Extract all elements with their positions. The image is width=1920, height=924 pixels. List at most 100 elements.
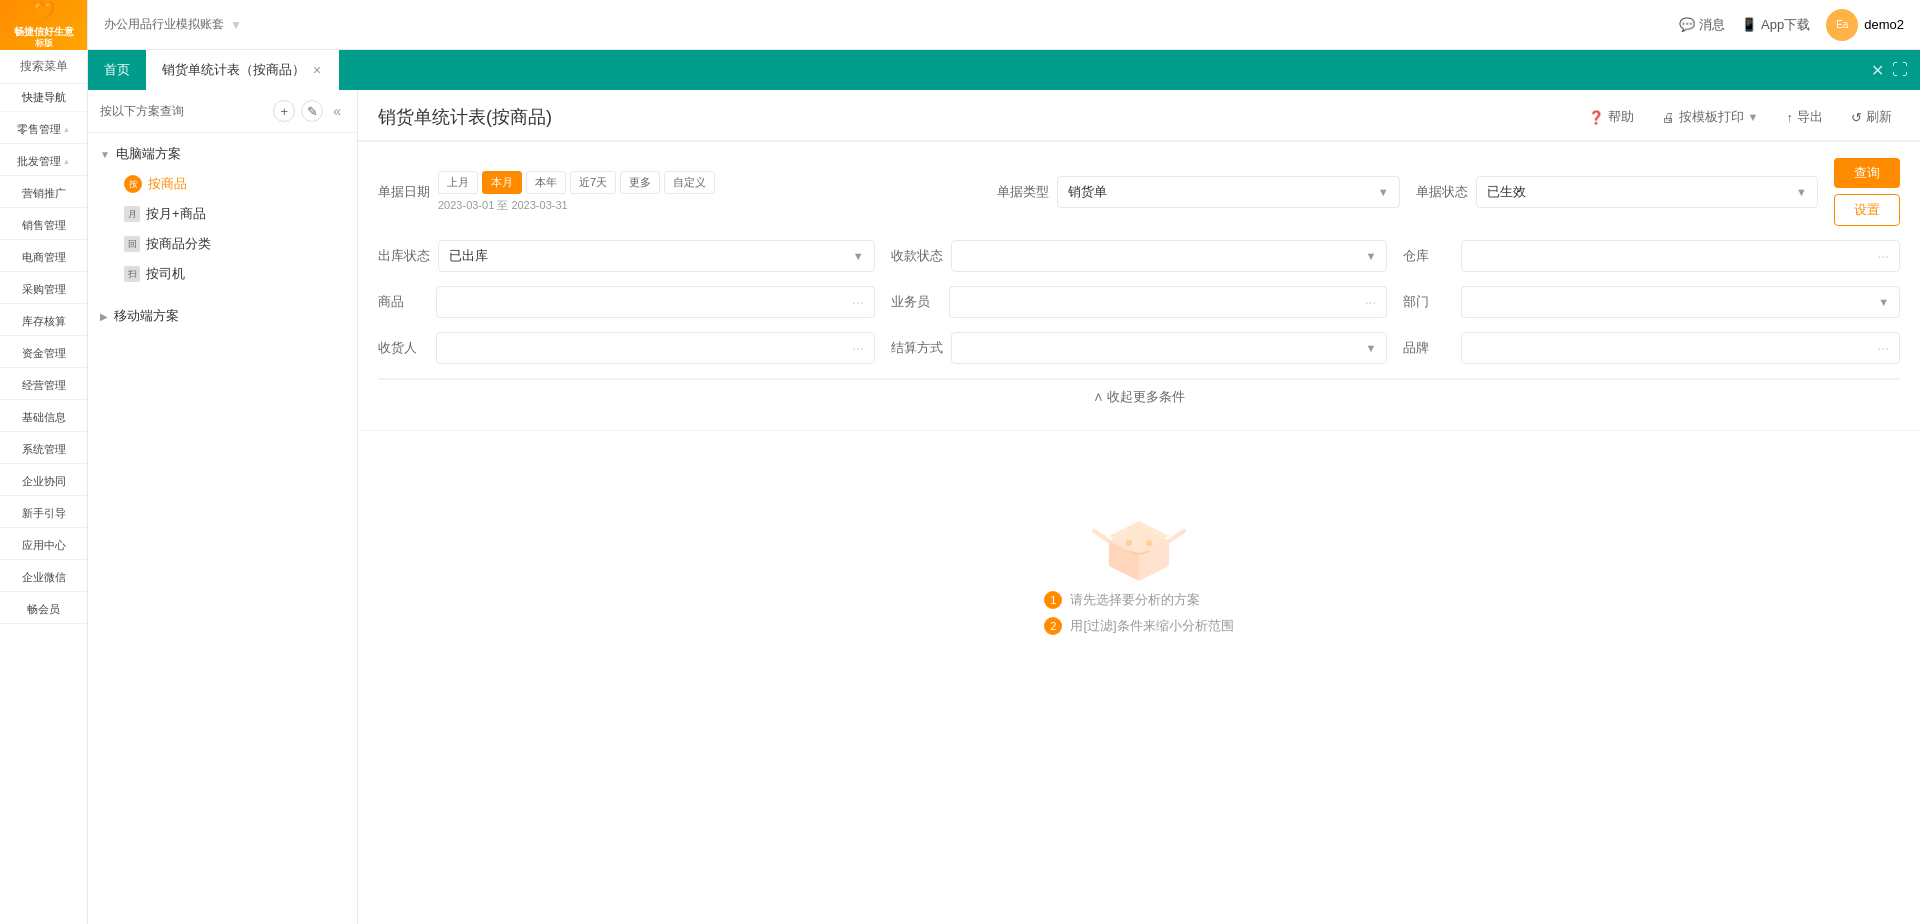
sidebar-item-procurement[interactable]: 采购管理 — [0, 272, 87, 303]
sidebar-item-basics[interactable]: 基础信息 — [0, 400, 87, 431]
doc-status-value: 已生效 — [1487, 183, 1792, 201]
app-download-btn[interactable]: 📱 App下载 — [1741, 16, 1810, 34]
brand-control[interactable]: ··· — [1461, 332, 1900, 364]
collapse-conditions-btn[interactable]: ∧ 收起更多条件 — [378, 379, 1900, 414]
message-btn[interactable]: 💬 消息 — [1679, 16, 1725, 34]
sidebar-item-app-center[interactable]: 应用中心 — [0, 528, 87, 559]
settings-button[interactable]: 设置 — [1834, 194, 1900, 226]
tree-child-by-scanner[interactable]: 扫 按司机 — [88, 259, 357, 289]
quick-btn-this-year[interactable]: 本年 — [526, 171, 566, 194]
tree-child-by-month-product[interactable]: 月 按月+商品 — [88, 199, 357, 229]
refresh-icon: ↺ — [1851, 110, 1862, 125]
collapse-conditions-label: ∧ 收起更多条件 — [1093, 388, 1186, 406]
sidebar-item-operations[interactable]: 经营管理 — [0, 368, 87, 399]
by-category-label: 按商品分类 — [146, 235, 211, 253]
sidebar-item-marketing[interactable]: 营销推广 — [0, 176, 87, 207]
tab-active-label: 销货单统计表（按商品） — [162, 61, 305, 79]
breadcrumb-text[interactable]: 办公用品行业模拟账套 — [104, 16, 224, 33]
procurement-label: 采购管理 — [22, 282, 66, 297]
sidebar-item-wholesale[interactable]: 批发管理 ▲ — [0, 144, 87, 175]
refresh-btn[interactable]: ↺ 刷新 — [1843, 104, 1900, 130]
query-button[interactable]: 查询 — [1834, 158, 1900, 188]
doc-status-control[interactable]: 已生效 ▼ — [1476, 176, 1818, 208]
print-dropdown-arrow[interactable]: ▼ — [1748, 111, 1759, 123]
tab-home[interactable]: 首页 — [88, 50, 146, 90]
sidebar-group-ecommerce: 电商管理 — [0, 240, 87, 272]
tree-parent-mobile[interactable]: ▶ 移动端方案 — [88, 301, 357, 331]
wholesale-label: 批发管理 — [17, 154, 61, 169]
quick-btn-more[interactable]: 更多 — [620, 171, 660, 194]
quick-btn-custom[interactable]: 自定义 — [664, 171, 715, 194]
help-btn[interactable]: ❓ 帮助 — [1580, 104, 1642, 130]
doc-type-field: 单据类型 销货单 ▼ — [997, 176, 1399, 208]
by-scanner-icon: 扫 — [124, 266, 140, 282]
sidebar-item-ecommerce[interactable]: 电商管理 — [0, 240, 87, 271]
employee-control[interactable]: ··· — [949, 286, 1388, 318]
sidebar-item-wechat[interactable]: 企业微信 — [0, 560, 87, 591]
warehouse-control[interactable]: ··· — [1461, 240, 1900, 272]
quick-nav[interactable]: 快捷导航 — [0, 84, 87, 112]
quick-btn-this-month[interactable]: 本月 — [482, 171, 522, 194]
product-control[interactable]: ··· — [436, 286, 875, 318]
recipient-label: 收货人 — [378, 339, 428, 357]
query-form: 单据日期 上月 本月 本年 近7天 更多 自定义 2023-03-01 至 20… — [358, 142, 1920, 430]
settlement-label: 结算方式 — [891, 339, 943, 357]
form-row-2: 出库状态 已出库 ▼ 收款状态 ▼ 仓库 — [378, 240, 1900, 272]
sidebar-item-member[interactable]: 畅会员 — [0, 592, 87, 623]
department-control[interactable]: ▼ — [1461, 286, 1900, 318]
header-actions: 💬 消息 📱 App下载 Ea demo2 — [1679, 9, 1904, 41]
user-avatar-btn[interactable]: Ea demo2 — [1826, 9, 1904, 41]
edit-scheme-btn[interactable]: ✎ — [301, 100, 323, 122]
tree-parent-pc[interactable]: ▼ 电脑端方案 — [88, 139, 357, 169]
product-dots[interactable]: ··· — [852, 294, 864, 310]
quick-btn-7days[interactable]: 近7天 — [570, 171, 616, 194]
tip-text-2: 用[过滤]条件来缩小分析范围 — [1070, 617, 1233, 635]
settlement-control[interactable]: ▼ — [951, 332, 1388, 364]
sidebar-item-retail[interactable]: 零售管理 ▲ — [0, 112, 87, 143]
form-actions: 查询 设置 — [1834, 158, 1900, 226]
empty-tip-1: 1 请先选择要分析的方案 — [1044, 591, 1233, 609]
message-label: 消息 — [1699, 16, 1725, 34]
collapse-panel-btn[interactable]: « — [329, 101, 345, 121]
recipient-dots[interactable]: ··· — [852, 340, 864, 356]
sales-label: 销售管理 — [22, 218, 66, 233]
sidebar-group-wholesale: 批发管理 ▲ — [0, 144, 87, 176]
warehouse-dots[interactable]: ··· — [1877, 248, 1889, 264]
sidebar-item-inventory[interactable]: 库存核算 — [0, 304, 87, 335]
payment-status-control[interactable]: ▼ — [951, 240, 1388, 272]
export-label: 导出 — [1797, 108, 1823, 126]
department-label: 部门 — [1403, 293, 1453, 311]
tab-expand-icon[interactable]: ⛶ — [1892, 61, 1908, 79]
tab-close-button[interactable]: × — [311, 63, 323, 77]
tab-close-icon[interactable]: ✕ — [1871, 61, 1884, 80]
sidebar-item-guide[interactable]: 新手引导 — [0, 496, 87, 527]
by-month-product-label: 按月+商品 — [146, 205, 206, 223]
breadcrumb-arrow[interactable]: ▼ — [230, 18, 242, 32]
sidebar-item-finance[interactable]: 资金管理 — [0, 336, 87, 367]
search-menu[interactable]: 搜索菜单 — [0, 50, 87, 84]
date-field-container: 上月 本月 本年 近7天 更多 自定义 2023-03-01 至 2023-03… — [438, 171, 981, 213]
print-btn[interactable]: 🖨 按模板打印 ▼ — [1654, 104, 1767, 130]
breadcrumb: 办公用品行业模拟账套 ▼ — [104, 16, 1667, 33]
sidebar-item-enterprise[interactable]: 企业协同 — [0, 464, 87, 495]
sidebar-item-sales[interactable]: 销售管理 — [0, 208, 87, 239]
sidebar-group-system: 系统管理 — [0, 432, 87, 464]
logo-text: 畅捷信好生意 — [14, 26, 74, 38]
add-scheme-btn[interactable]: + — [273, 100, 295, 122]
tab-active[interactable]: 销货单统计表（按商品） × — [146, 50, 339, 90]
employee-dots[interactable]: ··· — [1365, 294, 1377, 310]
tree-child-by-category[interactable]: 回 按商品分类 — [88, 229, 357, 259]
payment-status-label: 收款状态 — [891, 247, 943, 265]
doc-type-label: 单据类型 — [997, 183, 1049, 201]
export-btn[interactable]: ↑ 导出 — [1779, 104, 1832, 130]
quick-btn-last-month[interactable]: 上月 — [438, 171, 478, 194]
user-name: demo2 — [1864, 17, 1904, 32]
tree-child-by-product[interactable]: 按 按商品 — [88, 169, 357, 199]
out-status-control[interactable]: 已出库 ▼ — [438, 240, 875, 272]
recipient-control[interactable]: ··· — [436, 332, 875, 364]
sidebar-item-system[interactable]: 系统管理 — [0, 432, 87, 463]
doc-type-control[interactable]: 销货单 ▼ — [1057, 176, 1399, 208]
out-status-value: 已出库 — [449, 247, 849, 265]
department-arrow: ▼ — [1878, 296, 1889, 308]
brand-dots[interactable]: ··· — [1877, 340, 1889, 356]
